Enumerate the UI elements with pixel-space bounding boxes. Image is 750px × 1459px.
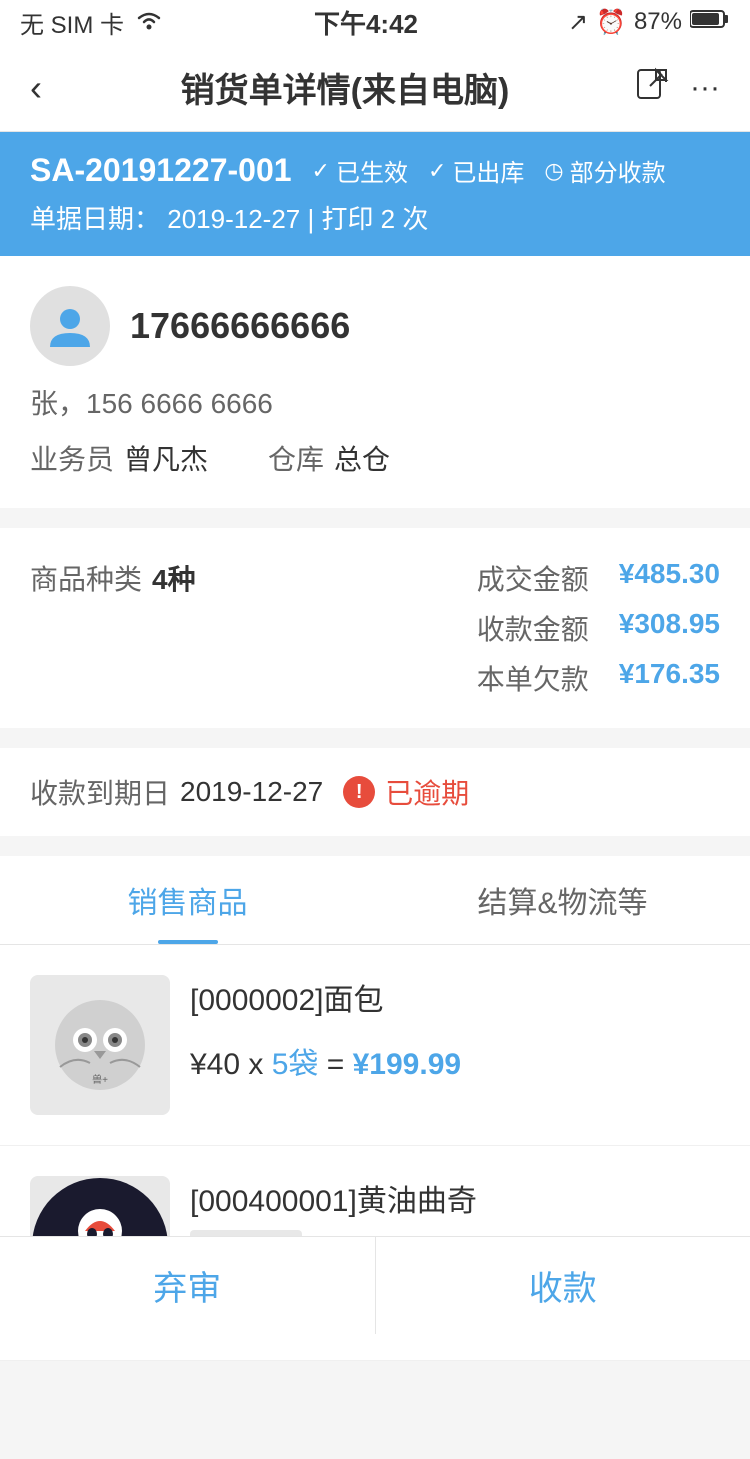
- sim-status: 无 SIM 卡: [20, 5, 124, 40]
- tabs-container: 销售商品 结算&物流等: [0, 856, 750, 945]
- customer-card: 17666666666 张，156 6666 6666 业务员 曾凡杰 仓库 总…: [0, 256, 750, 508]
- salesperson-info: 业务员 曾凡杰: [30, 438, 208, 478]
- stat-row-1: 收款金额 ¥308.95: [477, 608, 720, 648]
- print-info: | 打印 2 次: [307, 204, 428, 234]
- warehouse-value: 总仓: [334, 438, 390, 478]
- overdue-warning-icon: !: [343, 776, 375, 808]
- product-name-2: [000400001]黄油曲奇: [190, 1176, 720, 1220]
- stat-name-2: 本单欠款: [477, 658, 589, 698]
- tab-active-underline: [158, 940, 218, 944]
- alarm-icon: ⏰: [596, 8, 626, 37]
- battery-icon: [690, 8, 730, 37]
- customer-name: 17666666666: [130, 305, 350, 347]
- stats-card: 商品种类 4种 成交金额 ¥485.30 收款金额 ¥308.95 本单欠款 ¥…: [0, 528, 750, 728]
- nav-actions: ···: [600, 66, 720, 110]
- back-button[interactable]: ‹: [30, 67, 90, 109]
- date-label: 单据日期：: [30, 204, 160, 234]
- collect-button[interactable]: 收款: [376, 1237, 750, 1334]
- overdue-date: 2019-12-27: [180, 776, 323, 808]
- product-info-1: [0000002]面包 ¥40 x 5袋 = ¥199.99: [190, 975, 720, 1115]
- check-icon-2: ✓: [428, 158, 446, 184]
- equals-1: =: [318, 1048, 352, 1081]
- salesperson-label: 业务员: [30, 438, 114, 478]
- type-value: 4种: [152, 558, 196, 598]
- stat-name-1: 收款金额: [477, 608, 589, 648]
- more-icon[interactable]: ···: [690, 71, 720, 105]
- battery-percent: 87%: [634, 8, 682, 36]
- status-bar: 无 SIM 卡 下午4:42 ↗ ⏰ 87%: [0, 0, 750, 44]
- stat-amount-0: ¥485.30: [619, 558, 720, 598]
- stat-name-0: 成交金额: [477, 558, 589, 598]
- nav-bar: ‹ 销货单详情(来自电脑) ···: [0, 44, 750, 132]
- reject-button[interactable]: 弃审: [0, 1237, 376, 1334]
- header-banner: SA-20191227-001 ✓ 已生效 ✓ 已出库 ◷ 部分收款 单据日期：…: [0, 132, 750, 256]
- overdue-badge: 已逾期: [385, 772, 469, 812]
- price-base-1: ¥40 x: [190, 1048, 272, 1081]
- wifi-icon: [134, 8, 164, 37]
- warehouse-label: 仓库: [268, 438, 324, 478]
- svg-text:兽+: 兽+: [92, 1073, 108, 1086]
- overdue-label: 收款到期日: [30, 772, 170, 812]
- order-id: SA-20191227-001: [30, 152, 292, 189]
- warehouse-info: 仓库 总仓: [268, 438, 390, 478]
- reject-label: 弃审: [153, 1261, 221, 1310]
- bottom-action-bar: 弃审 收款: [0, 1236, 750, 1334]
- status-badge-partial: ◷ 部分收款: [544, 153, 665, 188]
- date-value: 2019-12-27: [167, 204, 300, 234]
- product-item-1: 兽+ [0000002]面包 ¥40 x 5袋 = ¥199.99: [0, 945, 750, 1146]
- status-left: 无 SIM 卡: [20, 5, 164, 40]
- banner-row2: 单据日期： 2019-12-27 | 打印 2 次: [30, 199, 720, 236]
- type-label: 商品种类: [30, 558, 142, 598]
- financial-stats: 成交金额 ¥485.30 收款金额 ¥308.95 本单欠款 ¥176.35: [477, 558, 720, 698]
- customer-detail: 张，156 6666 6666: [30, 382, 720, 422]
- product-thumb-1: 兽+: [30, 975, 170, 1115]
- stat-amount-1: ¥308.95: [619, 608, 720, 648]
- overdue-card: 收款到期日 2019-12-27 ! 已逾期: [0, 748, 750, 836]
- tab-settlement-label: 结算&物流等: [477, 878, 647, 922]
- stat-row-0: 成交金额 ¥485.30: [477, 558, 720, 598]
- tabs: 销售商品 结算&物流等: [0, 856, 750, 945]
- tab-products-label: 销售商品: [128, 878, 248, 922]
- stat-row-2: 本单欠款 ¥176.35: [477, 658, 720, 698]
- clock-icon: ◷: [544, 158, 563, 184]
- check-icon-1: ✓: [312, 158, 330, 184]
- stat-amount-2: ¥176.35: [619, 658, 720, 698]
- location-icon: ↗: [568, 8, 588, 37]
- product-name-1: [0000002]面包: [190, 975, 720, 1019]
- status-time: 下午4:42: [314, 4, 418, 41]
- customer-main: 17666666666: [30, 286, 720, 366]
- page-title: 销货单详情(来自电脑): [90, 63, 600, 112]
- status-badge-shipped: ✓ 已出库: [428, 153, 524, 188]
- banner-row1: SA-20191227-001 ✓ 已生效 ✓ 已出库 ◷ 部分收款: [30, 152, 720, 189]
- product-type-info: 商品种类 4种: [30, 558, 196, 598]
- product-price-1: ¥40 x 5袋 = ¥199.99: [190, 1039, 720, 1083]
- customer-meta: 业务员 曾凡杰 仓库 总仓: [30, 438, 720, 478]
- product-qty-1: 5袋: [272, 1048, 319, 1081]
- tab-settlement[interactable]: 结算&物流等: [375, 856, 750, 944]
- status-right: ↗ ⏰ 87%: [568, 8, 730, 37]
- status-badge-effective: ✓ 已生效: [312, 153, 408, 188]
- product-total-1: ¥199.99: [353, 1048, 461, 1081]
- share-icon[interactable]: [634, 66, 670, 110]
- avatar: [30, 286, 110, 366]
- tab-products[interactable]: 销售商品: [0, 856, 375, 944]
- collect-label: 收款: [529, 1261, 597, 1310]
- salesperson-value: 曾凡杰: [124, 438, 208, 478]
